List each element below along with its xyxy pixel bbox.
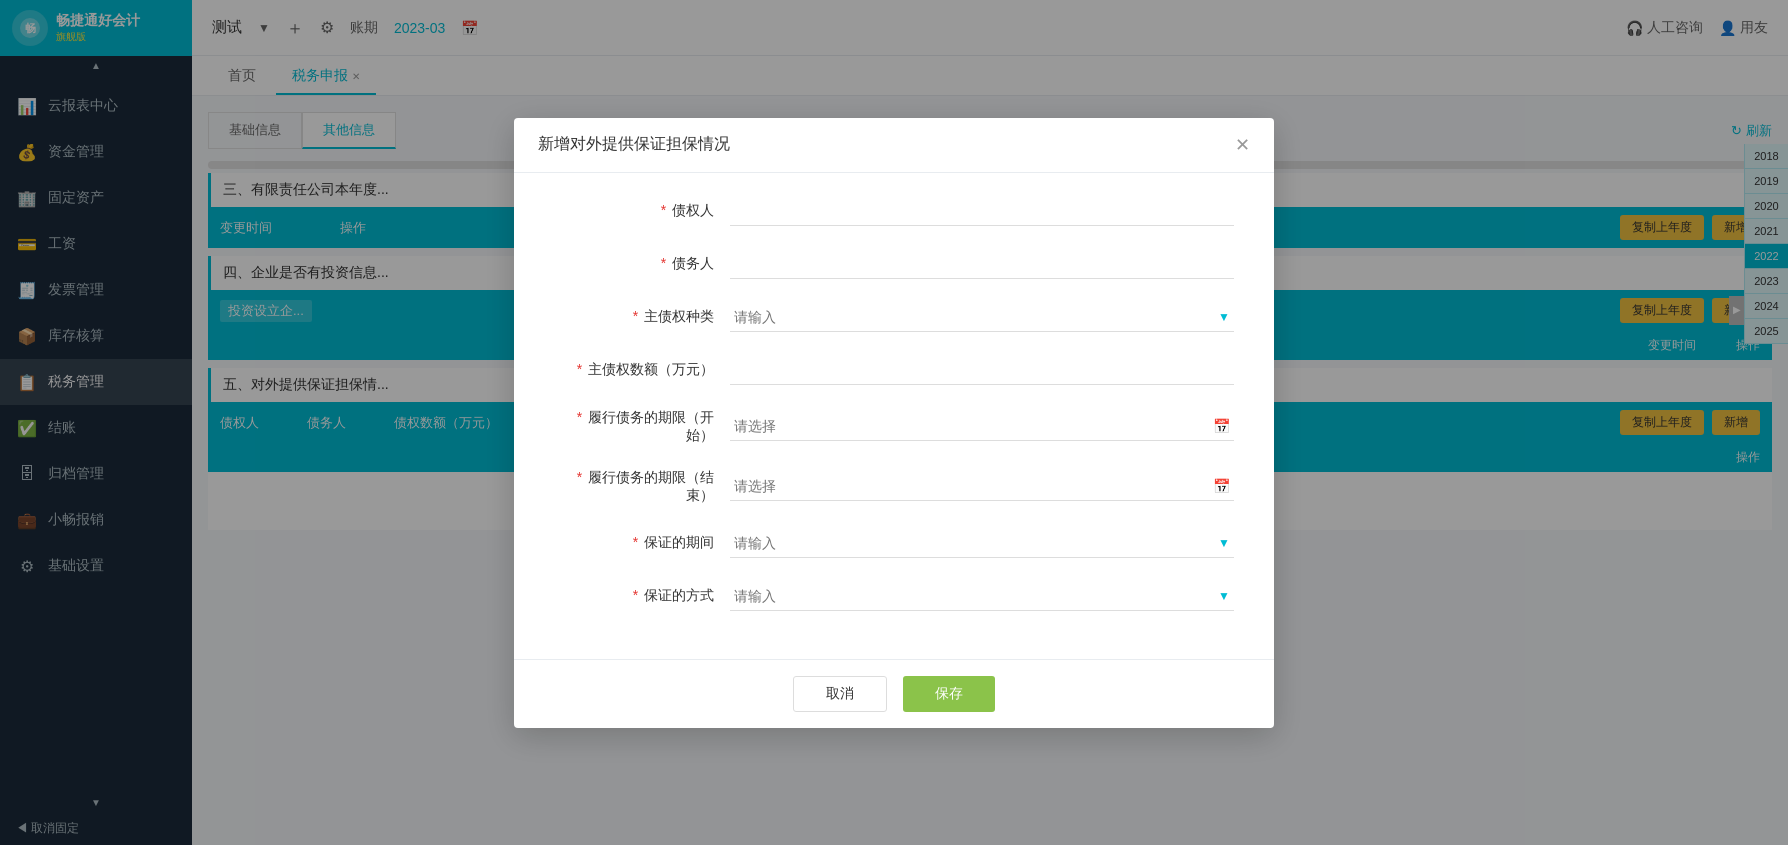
required-star: * — [661, 202, 666, 218]
period-start-input[interactable] — [730, 412, 1234, 440]
period-end-input[interactable] — [730, 472, 1234, 500]
dialog-title: 新增对外提供保证担保情况 — [538, 134, 730, 155]
period-end-calendar-icon[interactable]: 📅 — [1213, 478, 1230, 494]
form-row-debt-type: * 主债权种类 ▼ — [554, 303, 1234, 332]
dialog-close-btn[interactable]: ✕ — [1235, 134, 1250, 156]
required-star3: * — [633, 308, 638, 324]
period-start-calendar-icon[interactable]: 📅 — [1213, 418, 1230, 434]
form-row-debt-amount: * 主债权数额（万元） — [554, 356, 1234, 385]
dialog: 新增对外提供保证担保情况 ✕ * 债权人 * 债务人 — [514, 118, 1274, 728]
form-row-period-start: * 履行债务的期限（开始） 📅 — [554, 409, 1234, 445]
cancel-button[interactable]: 取消 — [793, 676, 887, 712]
required-star4: * — [577, 361, 582, 377]
debtor-input[interactable] — [730, 250, 1234, 279]
dialog-overlay: 新增对外提供保证担保情况 ✕ * 债权人 * 债务人 — [0, 0, 1788, 845]
guarantee-method-wrap: ▼ — [730, 582, 1234, 611]
dialog-footer: 取消 保存 — [514, 659, 1274, 728]
debt-type-label: * 主债权种类 — [554, 308, 714, 326]
period-start-wrap: 📅 — [730, 412, 1234, 441]
period-end-label: * 履行债务的期限（结束） — [554, 469, 714, 505]
debt-type-input[interactable] — [730, 303, 1234, 331]
guarantee-period-wrap: ▼ — [730, 529, 1234, 558]
creditor-input[interactable] — [730, 197, 1234, 226]
guarantee-period-label: * 保证的期间 — [554, 534, 714, 552]
dialog-header: 新增对外提供保证担保情况 ✕ — [514, 118, 1274, 173]
debtor-label: * 债务人 — [554, 255, 714, 273]
debt-type-chevron-icon[interactable]: ▼ — [1218, 310, 1230, 324]
required-star5: * — [577, 409, 582, 425]
guarantee-period-input[interactable] — [730, 529, 1234, 557]
form-row-period-end: * 履行债务的期限（结束） 📅 — [554, 469, 1234, 505]
debt-type-select-wrap: ▼ — [730, 303, 1234, 332]
guarantee-period-chevron-icon[interactable]: ▼ — [1218, 536, 1230, 550]
required-star8: * — [633, 587, 638, 603]
debt-amount-input[interactable] — [730, 356, 1234, 385]
debt-amount-label: * 主债权数额（万元） — [554, 361, 714, 379]
guarantee-method-input[interactable] — [730, 582, 1234, 610]
guarantee-method-chevron-icon[interactable]: ▼ — [1218, 589, 1230, 603]
dialog-body: * 债权人 * 债务人 * 主债权种类 — [514, 173, 1274, 659]
required-star7: * — [633, 534, 638, 550]
form-row-debtor: * 债务人 — [554, 250, 1234, 279]
form-row-creditor: * 债权人 — [554, 197, 1234, 226]
creditor-label: * 债权人 — [554, 202, 714, 220]
period-end-wrap: 📅 — [730, 472, 1234, 501]
form-row-guarantee-period: * 保证的期间 ▼ — [554, 529, 1234, 558]
form-row-guarantee-method: * 保证的方式 ▼ — [554, 582, 1234, 611]
save-button[interactable]: 保存 — [903, 676, 995, 712]
required-star6: * — [577, 469, 582, 485]
period-start-label: * 履行债务的期限（开始） — [554, 409, 714, 445]
guarantee-method-label: * 保证的方式 — [554, 587, 714, 605]
required-star2: * — [661, 255, 666, 271]
